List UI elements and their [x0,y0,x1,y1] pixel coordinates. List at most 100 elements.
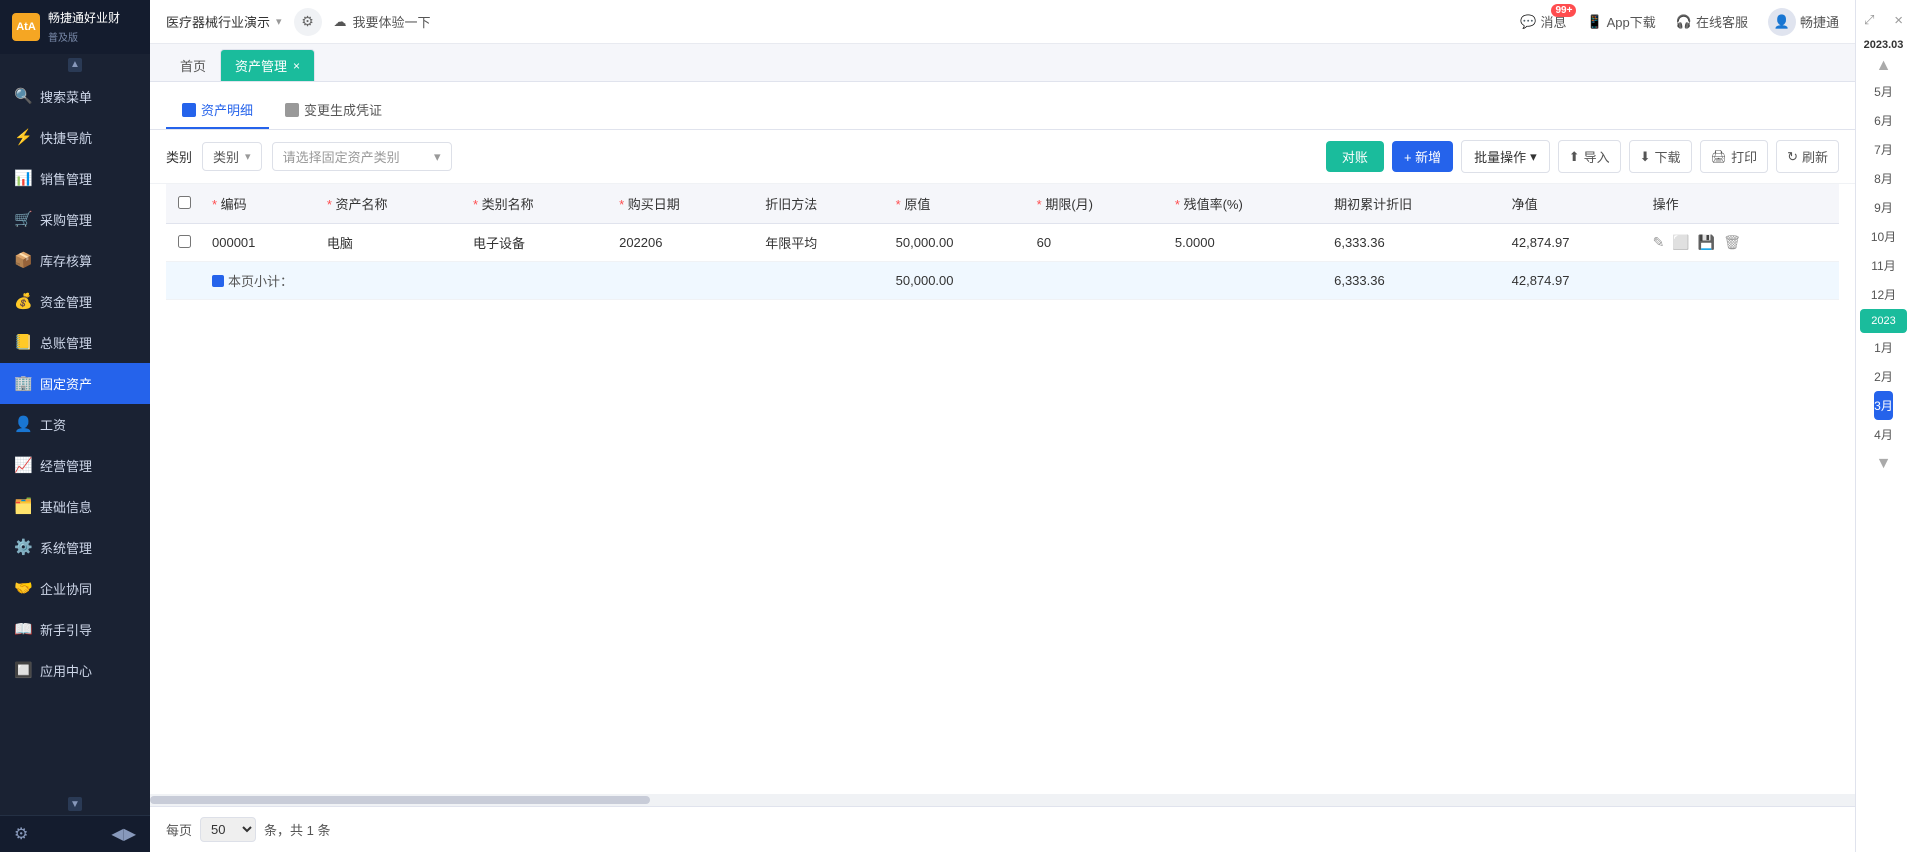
tab-asset-list[interactable]: 资产明细 [166,92,269,129]
tab-home[interactable]: 首页 [166,50,220,81]
sidebar-item-purchase[interactable]: 🛒 采购管理 [0,199,150,240]
month-item-12[interactable]: 12月 [1871,280,1896,309]
sidebar-item-quicknav[interactable]: ⚡ 快捷导航 [0,117,150,158]
month-item-4[interactable]: 4月 [1870,420,1897,449]
month-item-1[interactable]: 1月 [1870,333,1897,362]
settings-icon[interactable]: ⚙ [14,824,28,844]
collapse-icon[interactable]: ◀▶ [111,824,136,844]
month-item-8[interactable]: 8月 [1871,164,1896,193]
header-actions: 操作 [1643,184,1839,224]
fixed-assets-icon: 🏢 [14,374,32,392]
horizontal-scrollbar[interactable] [150,794,1855,806]
sidebar-logo: AtA 畅捷通好业财 普及版 [0,0,150,54]
settings-button[interactable]: ⚙ [294,8,322,36]
tab-bar: 首页 资产管理 × [150,44,1855,82]
tab-change-voucher[interactable]: 变更生成凭证 [269,92,398,129]
sidebar: AtA 畅捷通好业财 普及版 ▲ 🔍 搜索菜单 ⚡ 快捷导航 📊 销售管理 🛒 … [0,0,150,852]
sidebar-item-ledger[interactable]: 📒 总账管理 [0,322,150,363]
scroll-down-button[interactable]: ▼ [68,797,82,811]
asset-list-tab-label: 资产明细 [201,100,253,119]
asset-table-wrap: 编码 资产名称 类别名称 购买日期 折旧方法 原值 期限(月) 残值率(%) 期… [150,184,1855,794]
year-badge[interactable]: 2023 [1860,309,1907,333]
company-selector[interactable]: 医疗器械行业演示 ▾ [166,12,282,31]
download-label: 下载 [1655,147,1681,166]
print-button[interactable]: 🖨 打印 [1700,140,1769,173]
sidebar-item-label: 搜索菜单 [40,87,92,106]
user-menu[interactable]: 👤 畅捷通 [1768,8,1839,36]
duizhang-button[interactable]: 对账 [1326,141,1384,172]
sidebar-item-label: 工资 [40,415,66,434]
copy-icon[interactable]: ⬜ [1672,234,1689,251]
import-label: 导入 [1584,147,1610,166]
sidebar-item-inventory[interactable]: 📦 库存核算 [0,240,150,281]
month-list-prev-year: 5月 6月 7月 8月 9月 10月 11月 12月 [1871,77,1896,309]
tab-close-icon[interactable]: × [293,59,300,73]
notification-icon: 💬 [1520,14,1536,30]
panel-up-area: ▲ [1856,55,1911,77]
sidebar-item-basic-info[interactable]: 🗂️ 基础信息 [0,486,150,527]
month-item-6[interactable]: 6月 [1871,106,1896,135]
delete-icon[interactable]: 🗑 [1723,234,1741,251]
month-item-11[interactable]: 11月 [1871,251,1896,280]
cell-period: 60 [1027,224,1165,262]
download-button[interactable]: ⬇ 下载 [1629,140,1692,173]
sidebar-item-sales[interactable]: 📊 销售管理 [0,158,150,199]
edit-icon[interactable]: ✎ [1653,234,1665,251]
main-area: 医疗器械行业演示 ▾ ⚙ ☁ 我要体验一下 💬 消息 99+ 📱 App下载 🎧… [150,0,1855,852]
scroll-up-button[interactable]: ▲ [68,58,82,72]
save-icon[interactable]: 💾 [1698,234,1715,251]
panel-up-arrow-icon[interactable]: ▲ [1876,57,1892,74]
purchase-icon: 🛒 [14,210,32,228]
tab-asset-management[interactable]: 资产管理 × [220,49,315,81]
category-search-input[interactable]: 请选择固定资产类别 ▾ [272,142,452,171]
sub-tab-bar: 资产明细 变更生成凭证 [150,82,1855,130]
import-button[interactable]: ⬆ 导入 [1558,140,1621,173]
header-checkbox-cell [166,184,202,224]
sidebar-item-finance[interactable]: 💰 资金管理 [0,281,150,322]
subtotal-original-value: 50,000.00 [886,262,1027,300]
sidebar-item-label: 库存核算 [40,251,92,270]
panel-expand-icon[interactable]: ⤢ [1864,12,1874,29]
subtotal-period [1027,262,1165,300]
month-item-9[interactable]: 9月 [1871,193,1896,222]
cell-purchase-date: 202206 [609,224,755,262]
sidebar-item-operations[interactable]: 📈 经营管理 [0,445,150,486]
online-service-button[interactable]: 🎧 在线客服 [1676,12,1748,31]
sidebar-item-fixed-assets[interactable]: 🏢 固定资产 [0,363,150,404]
row-checkbox-cell [166,224,202,262]
category-dropdown[interactable]: 类别 ▾ [202,142,262,171]
sidebar-item-guide[interactable]: 📖 新手引导 [0,609,150,650]
refresh-icon: ↻ [1787,149,1798,165]
refresh-button[interactable]: ↻ 刷新 [1776,140,1839,173]
hscroll-thumb[interactable] [150,796,650,804]
month-item-5[interactable]: 5月 [1871,77,1896,106]
row-checkbox[interactable] [178,235,191,248]
app-download-button[interactable]: 📱 App下载 [1586,12,1655,31]
sidebar-item-label: 总账管理 [40,333,92,352]
panel-close-icon[interactable]: × [1894,12,1903,29]
experience-button[interactable]: ☁ 我要体验一下 [334,12,431,31]
sidebar-item-payroll[interactable]: 👤 工资 [0,404,150,445]
new-button[interactable]: + 新增 [1392,141,1453,172]
sidebar-item-label: 系统管理 [40,538,92,557]
notifications-button[interactable]: 💬 消息 99+ [1520,12,1566,31]
cell-depreciation-method: 年限平均 [755,224,885,262]
import-icon: ⬆ [1569,149,1580,165]
select-all-checkbox[interactable] [178,196,191,209]
month-item-2[interactable]: 2月 [1870,362,1897,391]
sidebar-item-search[interactable]: 🔍 搜索菜单 [0,76,150,117]
header-accumulated-depreciation: 期初累计折旧 [1324,184,1502,224]
asset-table: 编码 资产名称 类别名称 购买日期 折旧方法 原值 期限(月) 残值率(%) 期… [166,184,1839,300]
sidebar-item-system[interactable]: ⚙️ 系统管理 [0,527,150,568]
month-item-10[interactable]: 10月 [1871,222,1896,251]
panel-down-arrow-icon[interactable]: ▼ [1876,455,1892,472]
sidebar-item-app-center[interactable]: 🔲 应用中心 [0,650,150,691]
sidebar-item-enterprise[interactable]: 🤝 企业协同 [0,568,150,609]
batch-button[interactable]: 批量操作 ▾ [1461,140,1550,173]
scroll-down-area: ▼ [0,793,150,815]
month-item-7[interactable]: 7月 [1871,135,1896,164]
month-item-3-active[interactable]: 3月 [1874,391,1893,420]
per-page-select[interactable]: 50 100 200 [200,817,256,842]
sidebar-item-label: 固定资产 [40,374,92,393]
download-icon: ⬇ [1640,149,1651,165]
